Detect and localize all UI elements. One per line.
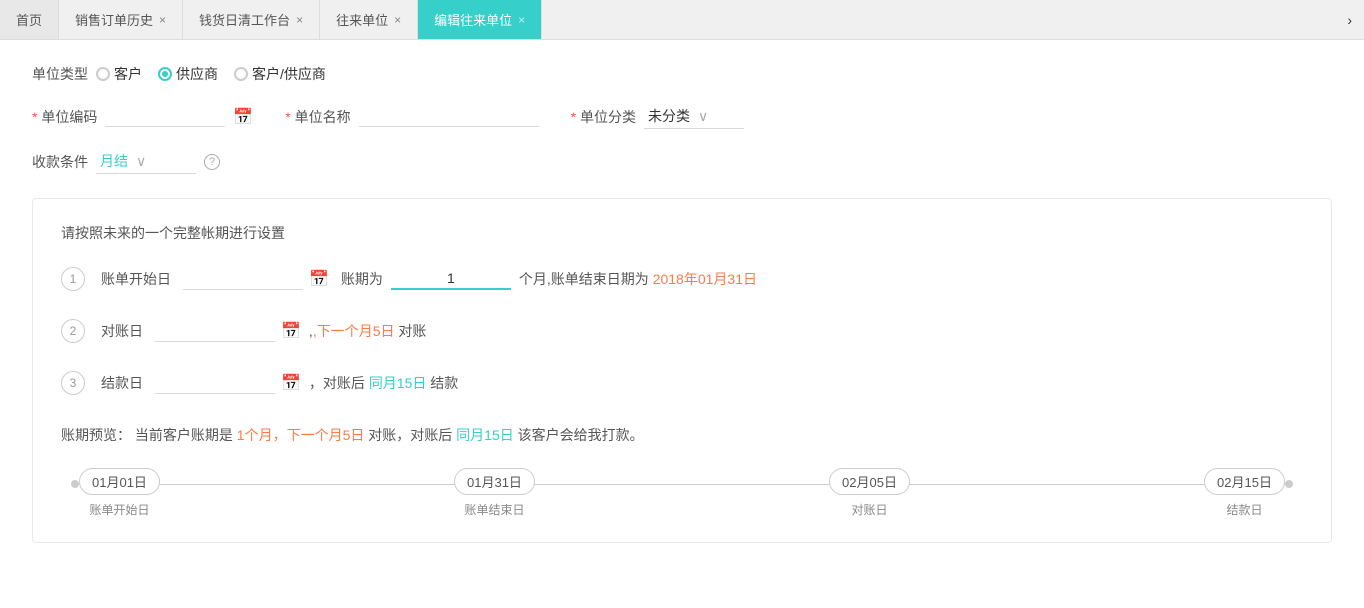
step-3-num: 3 — [61, 371, 85, 395]
radio-supplier[interactable]: 供应商 — [158, 64, 218, 84]
timeline-left-dot — [71, 480, 79, 488]
unit-category-value: 未分类 — [648, 106, 690, 126]
step-3-date-input[interactable]: 2018-02-15 — [155, 373, 275, 394]
unit-info-row: 单位编码 000001 📅 单位名称 河南供应商22 单位分类 未分类 ∨ — [32, 104, 1332, 129]
step-1-period-input[interactable] — [391, 268, 511, 290]
help-icon[interactable]: ? — [204, 154, 220, 170]
step-1-row: 1 账单开始日 2018-01-01 📅 账期为 个月,账单结束日期为 2018… — [61, 267, 1303, 291]
unit-category-label: 单位分类 — [571, 107, 636, 127]
unit-category-dropdown-icon: ∨ — [698, 108, 708, 125]
tab-edit-partner-label: 编辑往来单位 — [434, 10, 512, 29]
unit-code-calendar-icon[interactable]: 📅 — [233, 107, 253, 127]
tab-home-label: 首页 — [16, 10, 42, 29]
timeline-node-1-date: 01月01日 — [79, 468, 160, 495]
step-2-calendar-icon[interactable]: 📅 — [281, 321, 301, 341]
timeline-node-3-date: 02月05日 — [829, 468, 910, 495]
card-instruction: 请按照未来的一个完整帐期进行设置 — [61, 223, 1303, 243]
tab-more-button[interactable]: › — [1335, 0, 1364, 39]
timeline-node-3-label: 对账日 — [851, 501, 887, 518]
step-1-date-input[interactable]: 2018-01-01 — [183, 269, 303, 290]
tab-bar: 首页 销售订单历史 × 钱货日清工作台 × 往来单位 × 编辑往来单位 × › — [0, 0, 1364, 40]
tab-partner-close[interactable]: × — [394, 13, 401, 27]
step-2-label: 对账日 — [101, 321, 143, 341]
step-1-period-unit: 个月,账单结束日期为 2018年01月31日 — [519, 269, 757, 289]
unit-type-group: 单位类型 客户 供应商 客户/供应商 — [32, 64, 326, 84]
timeline-node-1: 01月01日 账单开始日 — [79, 468, 160, 518]
unit-category-group: 单位分类 未分类 ∨ — [571, 104, 744, 129]
unit-code-label: 单位编码 — [32, 107, 97, 127]
timeline-node-4-date: 02月15日 — [1204, 468, 1285, 495]
unit-code-input[interactable]: 000001 — [105, 106, 225, 127]
step-2-row: 2 对账日 2018-02-05 📅 ,,下一个月5日 对账 — [61, 319, 1303, 343]
radio-customer-supplier-label: 客户/供应商 — [252, 64, 326, 84]
unit-name-label: 单位名称 — [285, 107, 350, 127]
unit-code-group: 单位编码 000001 📅 — [32, 106, 253, 127]
step-3-label: 结款日 — [101, 373, 143, 393]
payment-condition-label: 收款条件 — [32, 152, 88, 172]
radio-customer[interactable]: 客户 — [96, 64, 142, 84]
tab-sales-order-history-close[interactable]: × — [159, 13, 166, 27]
unit-name-group: 单位名称 河南供应商22 — [285, 106, 538, 127]
main-content: 单位类型 客户 供应商 客户/供应商 单位编码 000001 — [0, 40, 1364, 608]
payment-condition-row: 收款条件 月结 ∨ ? — [32, 149, 1332, 174]
radio-customer-dot — [96, 67, 110, 81]
unit-name-input[interactable]: 河南供应商22 — [359, 106, 539, 127]
step-1-calendar-icon[interactable]: 📅 — [309, 269, 329, 289]
step-1-label: 账单开始日 — [101, 269, 171, 289]
unit-category-select[interactable]: 未分类 ∨ — [644, 104, 744, 129]
timeline-right-dot — [1285, 480, 1293, 488]
radio-supplier-label: 供应商 — [176, 64, 218, 84]
settings-card: 请按照未来的一个完整帐期进行设置 1 账单开始日 2018-01-01 📅 账期… — [32, 198, 1332, 543]
tab-home[interactable]: 首页 — [0, 0, 59, 39]
radio-customer-supplier-dot — [234, 67, 248, 81]
radio-customer-label: 客户 — [114, 64, 142, 84]
tab-partner-label: 往来单位 — [336, 10, 388, 29]
chevron-right-icon: › — [1347, 12, 1352, 28]
radio-customer-supplier[interactable]: 客户/供应商 — [234, 64, 326, 84]
payment-condition-dropdown-icon: ∨ — [136, 153, 146, 170]
timeline: 01月01日 账单开始日 01月31日 账单结束日 02月05日 对账日 — [61, 468, 1303, 518]
payment-condition-value: 月结 — [100, 151, 128, 171]
tab-edit-partner[interactable]: 编辑往来单位 × — [418, 0, 542, 39]
timeline-node-2-date: 01月31日 — [454, 468, 535, 495]
step-2-suffix: ,,下一个月5日 对账 — [309, 321, 426, 341]
tab-partner[interactable]: 往来单位 × — [320, 0, 418, 39]
timeline-node-4-label: 结款日 — [1227, 501, 1263, 518]
tab-cash-work-label: 钱货日清工作台 — [199, 10, 290, 29]
timeline-node-1-label: 账单开始日 — [89, 501, 149, 518]
timeline-node-2-label: 账单结束日 — [464, 501, 524, 518]
step-3-calendar-icon[interactable]: 📅 — [281, 373, 301, 393]
step-3-suffix: ，对账后 同月15日 结款 — [309, 373, 458, 393]
unit-type-label: 单位类型 — [32, 64, 88, 84]
tab-sales-order-history[interactable]: 销售订单历史 × — [59, 0, 183, 39]
tab-edit-partner-close[interactable]: × — [518, 13, 525, 27]
step-2-num: 2 — [61, 319, 85, 343]
unit-type-row: 单位类型 客户 供应商 客户/供应商 — [32, 64, 1332, 84]
payment-condition-select[interactable]: 月结 ∨ — [96, 149, 196, 174]
step-3-row: 3 结款日 2018-02-15 📅 ，对账后 同月15日 结款 — [61, 371, 1303, 395]
tab-cash-work[interactable]: 钱货日清工作台 × — [183, 0, 320, 39]
timeline-line — [79, 484, 1285, 485]
tab-cash-work-close[interactable]: × — [296, 13, 303, 27]
timeline-node-2: 01月31日 账单结束日 — [454, 468, 535, 518]
tab-sales-order-history-label: 销售订单历史 — [75, 10, 153, 29]
timeline-node-4: 02月15日 结款日 — [1204, 468, 1285, 518]
step-2-date-input[interactable]: 2018-02-05 — [155, 321, 275, 342]
radio-supplier-dot — [158, 67, 172, 81]
step-1-num: 1 — [61, 267, 85, 291]
step-1-suffix: 账期为 — [341, 269, 383, 289]
radio-group: 客户 供应商 客户/供应商 — [96, 64, 326, 84]
timeline-node-3: 02月05日 对账日 — [829, 468, 910, 518]
preview-text: 账期预览： 当前客户账期是 1个月，下一个月5日 对账，对账后 同月15日 该客… — [61, 423, 1303, 448]
